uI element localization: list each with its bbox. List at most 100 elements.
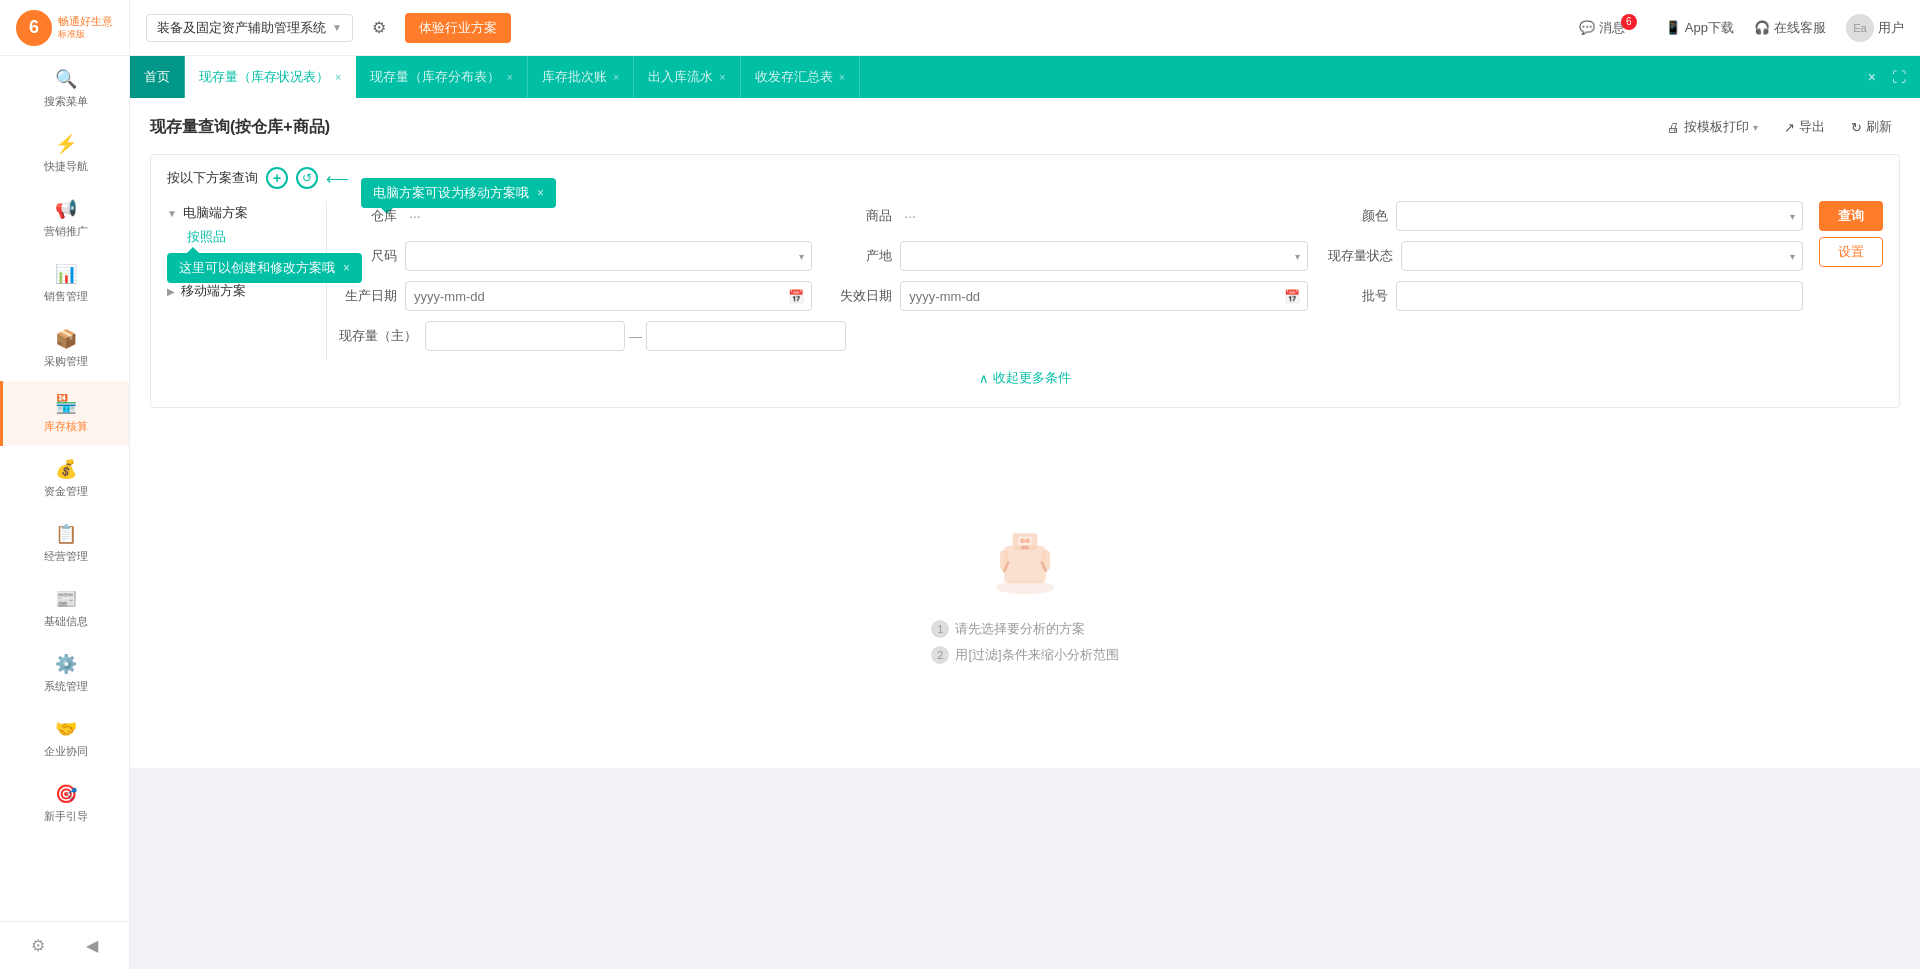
export-button[interactable]: ↗ 导出	[1776, 114, 1833, 140]
empty-tip-2: 2 用[过滤]条件来缩小分析范围	[931, 646, 1118, 664]
sidebar-item-system[interactable]: ⚙️ 系统管理	[0, 641, 129, 706]
tab-close-batch-ledger[interactable]: ×	[613, 71, 619, 83]
origin-select[interactable]	[900, 241, 1307, 271]
filter-field-expiry-date: 失效日期 📅	[832, 281, 1307, 311]
collapse-sidebar-icon[interactable]: ◀	[82, 932, 102, 959]
filter-refresh-button[interactable]: ↺	[296, 167, 318, 189]
production-date-input[interactable]	[405, 281, 812, 311]
sidebar-item-enterprise[interactable]: 🤝 企业协同	[0, 706, 129, 771]
empty-illustration	[975, 500, 1075, 600]
app-download-button[interactable]: 📱 App下载	[1665, 19, 1734, 37]
filter-field-origin: 产地 ▾	[832, 241, 1307, 271]
online-support-button[interactable]: 🎧 在线客服	[1754, 19, 1826, 37]
sidebar-item-sales[interactable]: 📊 销售管理	[0, 251, 129, 316]
system-icon: ⚙️	[55, 653, 77, 675]
tab-inventory-distribution[interactable]: 现存量（库存分布表） ×	[356, 56, 527, 98]
scheme-tree-desktop[interactable]: ▼ 电脑端方案	[167, 201, 316, 225]
filter-scheme-area: ▼ 电脑端方案 按照品 这里可以创建	[167, 201, 1883, 361]
printer-icon: 🖨	[1667, 120, 1680, 135]
product-dots-menu[interactable]: ···	[900, 208, 920, 224]
production-date-wrap: 📅	[405, 281, 812, 311]
empty-tips: 1 请先选择要分析的方案 2 用[过滤]条件来缩小分析范围	[931, 620, 1118, 672]
stock-status-select[interactable]	[1401, 241, 1803, 271]
scheme-left-panel: ▼ 电脑端方案 按照品 这里可以创建	[167, 201, 327, 361]
sidebar-item-basic-info[interactable]: 📰 基础信息	[0, 576, 129, 641]
size-select-wrap: ▾	[405, 241, 812, 271]
marketing-icon: 📢	[55, 198, 77, 220]
stock-status-select-wrap: ▾	[1401, 241, 1803, 271]
template-print-button[interactable]: 🖨 按模板打印 ▾	[1659, 114, 1766, 140]
filter-header: 按以下方案查询 + ↺ ⟵ 电脑方案可设为移动方案哦 ×	[167, 167, 1883, 189]
tip-num-2: 2	[931, 646, 949, 664]
tab-home[interactable]: 首页	[130, 56, 185, 98]
empty-tip-1: 1 请先选择要分析的方案	[931, 620, 1118, 638]
color-select[interactable]	[1396, 201, 1803, 231]
expiry-date-input[interactable]	[900, 281, 1307, 311]
logo: 6 畅通好生意 标准版	[0, 0, 129, 56]
filter-action-buttons: 查询 设置	[1819, 201, 1883, 361]
color-select-wrap: ▾	[1396, 201, 1803, 231]
empty-state: 1 请先选择要分析的方案 2 用[过滤]条件来缩小分析范围	[150, 420, 1900, 752]
search-button[interactable]: 查询	[1819, 201, 1883, 231]
page-title: 现存量查询(按仓库+商品)	[150, 117, 330, 138]
tip-num-1: 1	[931, 620, 949, 638]
reset-button[interactable]: 设置	[1819, 237, 1883, 267]
message-icon: 💬	[1579, 20, 1595, 35]
sidebar-item-operations[interactable]: 📋 经营管理	[0, 511, 129, 576]
close-all-tabs-icon[interactable]: ×	[1864, 65, 1880, 89]
message-button[interactable]: 💬 消息 6	[1579, 19, 1645, 37]
sidebar-nav: 🔍 搜索菜单 ⚡ 快捷导航 📢 营销推广 📊 销售管理 📦 采购管理 🏪 库存核…	[0, 56, 129, 921]
tab-batch-ledger[interactable]: 库存批次账 ×	[528, 56, 634, 98]
tab-close-inout-flow[interactable]: ×	[719, 71, 725, 83]
sidebar-item-marketing[interactable]: 📢 营销推广	[0, 186, 129, 251]
filter-field-color: 颜色 ▾	[1328, 201, 1803, 231]
settings-gear-button[interactable]: ⚙	[363, 12, 395, 44]
system-name-label: 装备及固定资产辅助管理系统	[157, 19, 326, 37]
warehouse-dots-menu[interactable]: ···	[405, 208, 425, 224]
tab-close-summary[interactable]: ×	[839, 71, 845, 83]
tab-close-inventory-distribution[interactable]: ×	[506, 71, 512, 83]
sidebar-item-quicknav[interactable]: ⚡ 快捷导航	[0, 121, 129, 186]
industry-solution-button[interactable]: 体验行业方案	[405, 13, 511, 43]
enterprise-icon: 🤝	[55, 718, 77, 740]
sidebar-item-inventory[interactable]: 🏪 库存核算	[0, 381, 129, 446]
collapse-more-conditions[interactable]: ∧ 收起更多条件	[167, 361, 1883, 395]
sidebar-item-search[interactable]: 🔍 搜索菜单	[0, 56, 129, 121]
user-avatar: Ea	[1846, 14, 1874, 42]
filter-label: 按以下方案查询	[167, 169, 258, 187]
system-selector[interactable]: 装备及固定资产辅助管理系统 ▼	[146, 14, 353, 42]
refresh-button[interactable]: ↻ 刷新	[1843, 114, 1900, 140]
guide-icon: 🎯	[55, 783, 77, 805]
finance-icon: 💰	[55, 458, 77, 480]
filter-field-warehouse: 仓库 ···	[337, 201, 812, 231]
size-select[interactable]	[405, 241, 812, 271]
filter-row-1: 仓库 ··· 商品 ··· 颜色	[337, 201, 1803, 231]
tab-inventory-status[interactable]: 现存量（库存状况表） ×	[185, 56, 356, 98]
tab-inout-flow[interactable]: 出入库流水 ×	[634, 56, 740, 98]
stock-qty-max-input[interactable]	[646, 321, 846, 351]
stock-qty-min-input[interactable]	[425, 321, 625, 351]
filter-add-scheme-button[interactable]: +	[266, 167, 288, 189]
filter-row-2: 尺码 ▾ 产地	[337, 241, 1803, 271]
export-icon: ↗	[1784, 120, 1795, 135]
logo-icon: 6	[16, 10, 52, 46]
print-arrow-icon: ▾	[1753, 122, 1758, 133]
filter-field-size: 尺码 ▾	[337, 241, 812, 271]
sidebar-item-guide[interactable]: 🎯 新手引导	[0, 771, 129, 836]
tab-summary[interactable]: 收发存汇总表 ×	[741, 56, 860, 98]
sidebar-item-finance[interactable]: 💰 资金管理	[0, 446, 129, 511]
filter-field-batch: 批号	[1328, 281, 1803, 311]
tooltip2-close[interactable]: ×	[343, 261, 350, 275]
tab-close-inventory-status[interactable]: ×	[335, 71, 341, 83]
sidebar-item-purchase[interactable]: 📦 采购管理	[0, 316, 129, 381]
maximize-icon[interactable]: ⛶	[1888, 65, 1910, 89]
filter-back-button[interactable]: ⟵	[326, 169, 349, 188]
scheme-tree-by-product[interactable]: 按照品	[187, 225, 316, 249]
quicknav-icon: ⚡	[55, 133, 77, 155]
desktop-expand-arrow: ▼	[167, 208, 177, 219]
batch-input[interactable]	[1396, 281, 1803, 311]
tooltip1-close[interactable]: ×	[537, 186, 544, 200]
settings-bottom-icon[interactable]: ⚙	[27, 932, 49, 959]
main-content: 现存量查询(按仓库+商品) 🖨 按模板打印 ▾ ↗ 导出 ↻ 刷新	[130, 98, 1920, 969]
user-menu[interactable]: Ea 用户	[1846, 14, 1904, 42]
